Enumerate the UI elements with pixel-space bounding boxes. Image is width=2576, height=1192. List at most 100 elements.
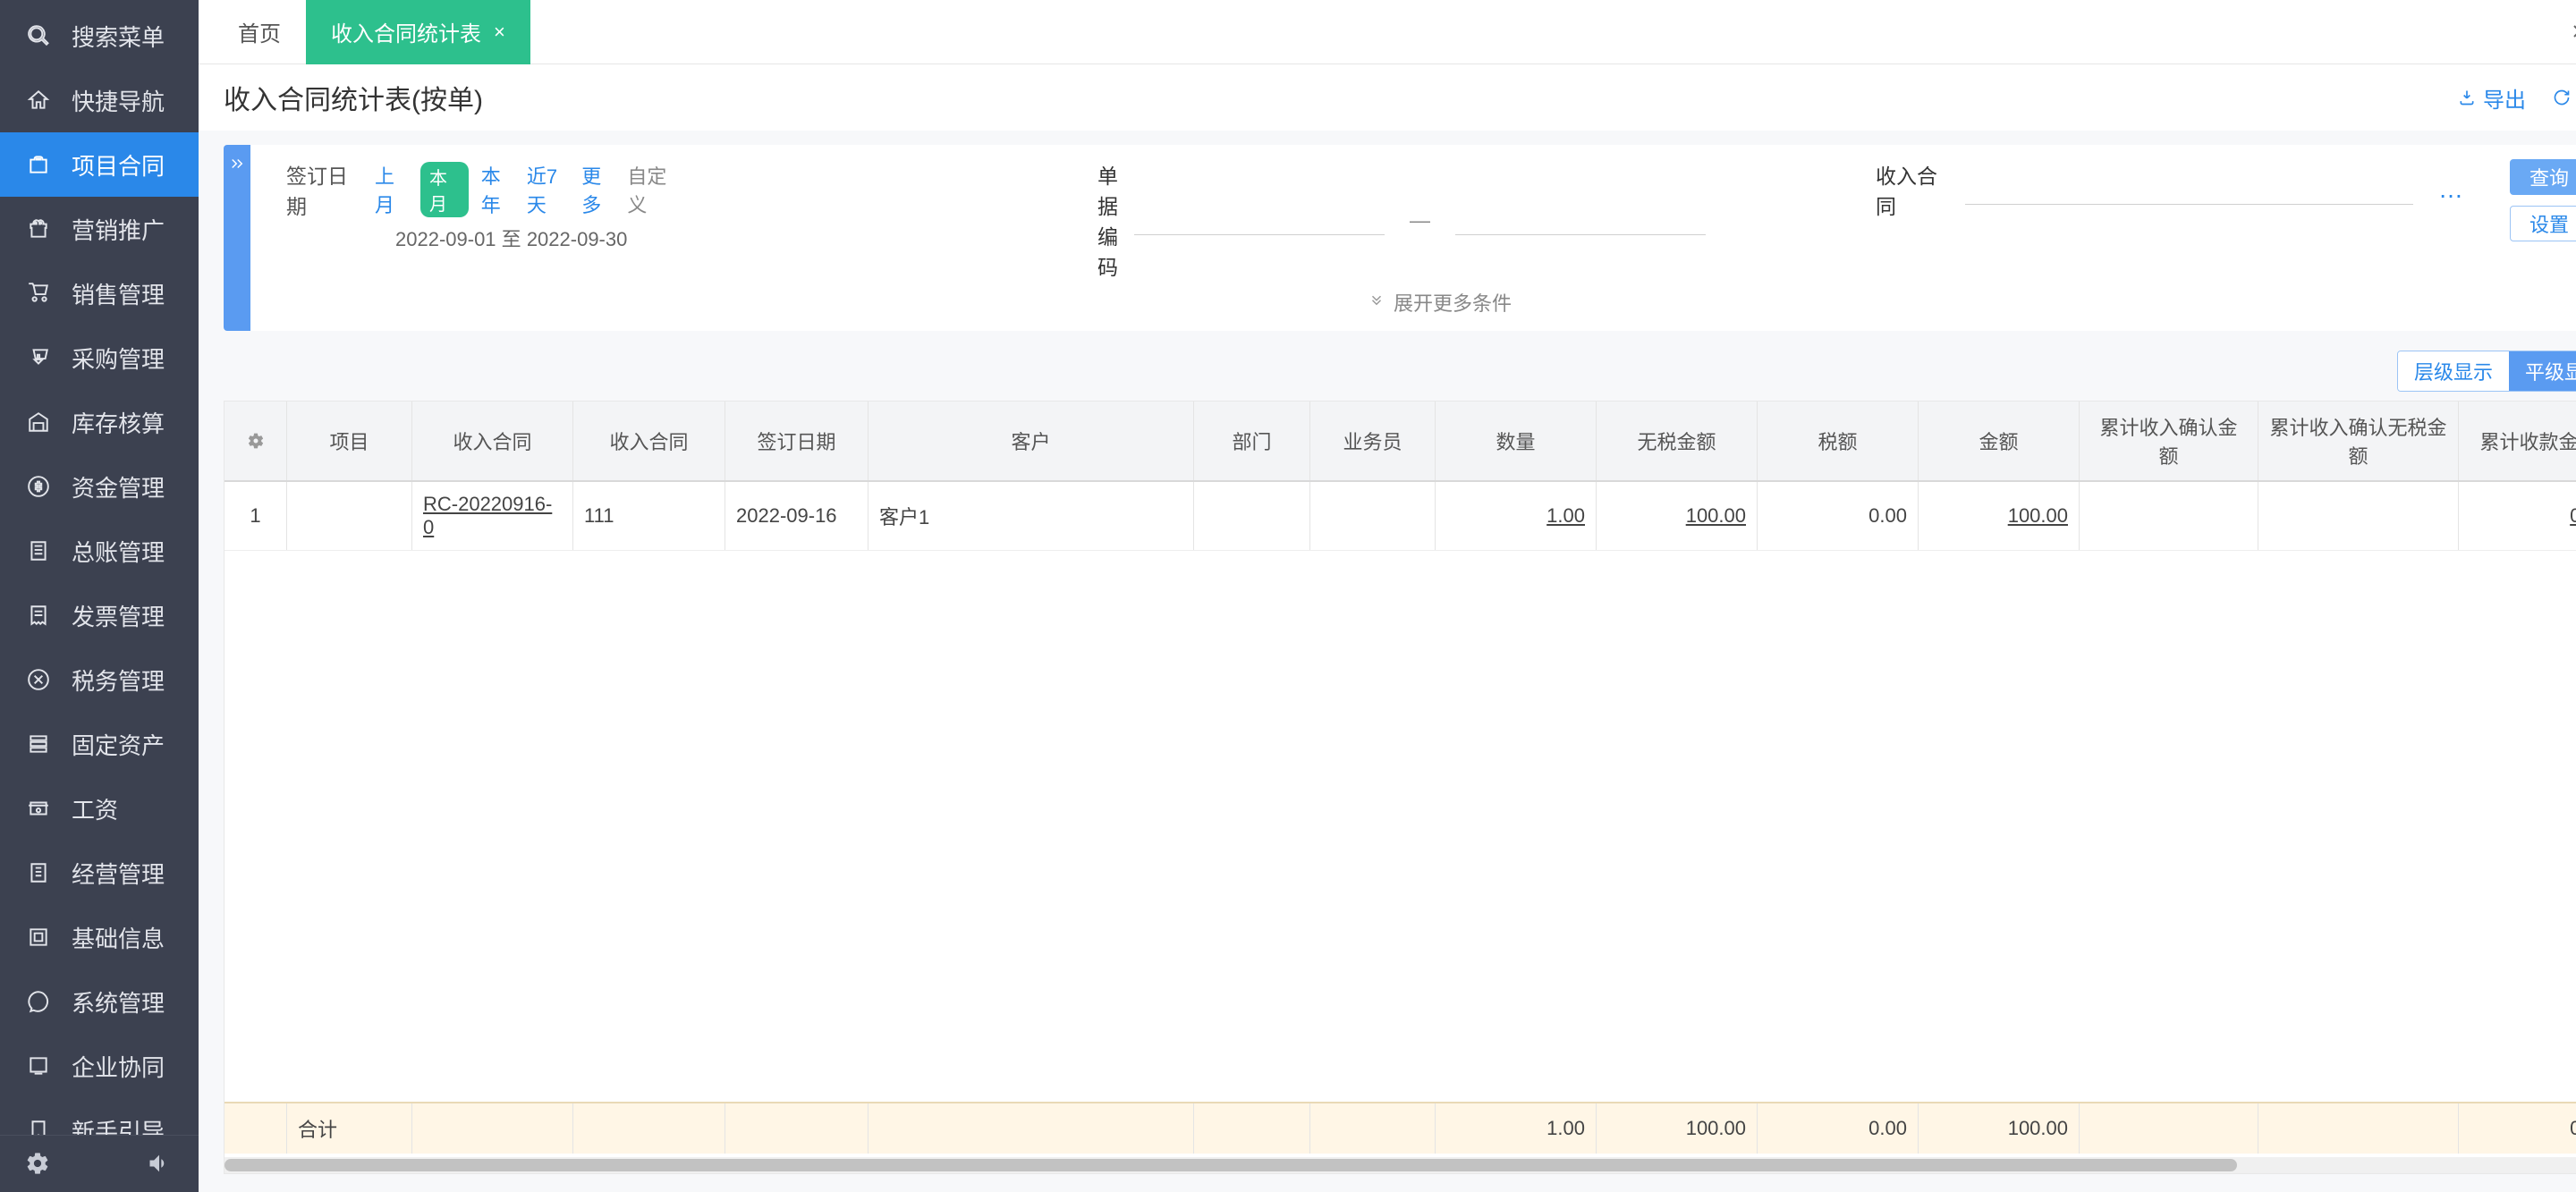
cell-acc-income (2080, 482, 2258, 550)
display-flat-option[interactable]: 平级显示 (2509, 351, 2576, 391)
sidebar-item-11[interactable]: 固定资产 (0, 712, 199, 776)
shortcut-this-month[interactable]: 本月 (420, 162, 469, 217)
horizontal-scrollbar[interactable] (225, 1157, 2576, 1173)
col-tax[interactable]: 税额 (1758, 402, 1919, 480)
gift-icon (25, 216, 52, 242)
sidebar-item-9[interactable]: 发票管理 (0, 583, 199, 647)
sidebar-item-6[interactable]: 库存核算 (0, 390, 199, 454)
cell-dept (1194, 482, 1310, 550)
cell-acc-income-no-tax (2258, 482, 2459, 550)
sidebar-item-label: 企业协同 (72, 1050, 165, 1083)
export-button[interactable]: 导出 (2458, 82, 2526, 114)
sidebar-item-16[interactable]: 企业协同 (0, 1034, 199, 1098)
tab-income-stats[interactable]: 收入合同统计表 × (306, 0, 530, 64)
col-salesperson[interactable]: 业务员 (1310, 402, 1436, 480)
sidebar-item-13[interactable]: 经营管理 (0, 841, 199, 905)
sidebar-item-1[interactable]: 快捷导航 (0, 68, 199, 132)
sidebar-item-4[interactable]: 销售管理 (0, 261, 199, 325)
col-qty[interactable]: 数量 (1436, 402, 1597, 480)
briefcase-icon (25, 151, 52, 178)
shortcut-this-year[interactable]: 本年 (481, 161, 514, 218)
cell-acc-received[interactable]: 0.00 (2459, 482, 2576, 550)
cell-amount-no-tax[interactable]: 100.00 (1597, 482, 1758, 550)
sidebar-item-17[interactable]: 新手引导 (0, 1098, 199, 1135)
footer-qty: 1.00 (1436, 1103, 1597, 1154)
sidebar-item-10[interactable]: 税务管理 (0, 647, 199, 712)
table: 项目 收入合同 收入合同 签订日期 客户 部门 业务员 数量 无税金额 税额 金… (224, 401, 2576, 1174)
sidebar-item-label: 快捷导航 (72, 84, 165, 117)
sidebar-item-3[interactable]: 营销推广 (0, 197, 199, 261)
col-contract-name[interactable]: 收入合同 (573, 402, 725, 480)
cell-customer: 客户1 (869, 482, 1194, 550)
info-icon (25, 924, 52, 951)
footer-acc-income (2080, 1103, 2258, 1154)
tab-home[interactable]: 首页 (213, 0, 306, 64)
tab-close-all-icon[interactable] (2569, 21, 2576, 44)
doc-code-from-input[interactable] (1134, 205, 1385, 235)
page-header: 收入合同统计表(按单) 导出 刷新 (199, 64, 2576, 131)
sidebar-item-7[interactable]: 资金管理 (0, 454, 199, 519)
sidebar-item-5[interactable]: 采购管理 (0, 325, 199, 390)
salary-icon (25, 795, 52, 822)
sidebar-item-0[interactable]: 搜索菜单 (0, 4, 199, 68)
volume-icon[interactable] (147, 1151, 174, 1178)
asset-icon (25, 731, 52, 757)
tax-icon (25, 666, 52, 693)
income-contract-group: 收入合同 … (1876, 159, 2465, 220)
guide-icon (25, 1117, 52, 1135)
query-button[interactable]: 查询 (2510, 159, 2576, 195)
col-sign-date[interactable]: 签订日期 (725, 402, 869, 480)
settings-label: 设置 (2529, 209, 2569, 238)
close-icon[interactable]: × (494, 21, 505, 44)
shortcut-more[interactable]: 更多 (581, 161, 614, 218)
col-contract-code[interactable]: 收入合同 (412, 402, 573, 480)
tab-label: 首页 (238, 16, 281, 47)
scrollbar-thumb[interactable] (225, 1159, 2237, 1171)
invoice-icon (25, 602, 52, 629)
col-dept[interactable]: 部门 (1194, 402, 1310, 480)
coop-icon (25, 1053, 52, 1079)
table-row[interactable]: 1 RC-20220916-0 111 2022-09-16 客户1 1.00 … (225, 482, 2576, 551)
cell-tax: 0.00 (1758, 482, 1919, 550)
col-project[interactable]: 项目 (287, 402, 412, 480)
cell-qty[interactable]: 1.00 (1436, 482, 1597, 550)
expand-more-filters[interactable]: 展开更多条件 (286, 281, 2576, 327)
filter-panel: 签订日期 上月 本月 本年 近7天 更多 自定义 2022-09-01 至 (224, 145, 2576, 331)
filter-collapse-handle[interactable] (224, 145, 250, 331)
cell-contract-code[interactable]: RC-20220916-0 (412, 482, 573, 550)
sidebar: 搜索菜单快捷导航项目合同营销推广销售管理采购管理库存核算资金管理总账管理发票管理… (0, 0, 199, 1192)
col-acc-received[interactable]: 累计收款金额 (2459, 402, 2576, 480)
system-icon (25, 988, 52, 1015)
sidebar-item-label: 新手引导 (72, 1114, 165, 1136)
sidebar-item-8[interactable]: 总账管理 (0, 519, 199, 583)
settings-icon[interactable] (25, 1151, 52, 1178)
col-customer[interactable]: 客户 (869, 402, 1194, 480)
col-amount-no-tax[interactable]: 无税金额 (1597, 402, 1758, 480)
sidebar-item-label: 固定资产 (72, 728, 165, 761)
shortcut-custom[interactable]: 自定义 (627, 161, 677, 218)
refresh-button[interactable]: 刷新 (2553, 82, 2576, 114)
income-contract-input[interactable] (1965, 174, 2413, 205)
sidebar-item-15[interactable]: 系统管理 (0, 969, 199, 1034)
sidebar-item-2[interactable]: 项目合同 (0, 132, 199, 197)
col-acc-income[interactable]: 累计收入确认金额 (2080, 402, 2258, 480)
settings-button[interactable]: 设置 (2510, 206, 2576, 241)
display-tree-option[interactable]: 层级显示 (2398, 351, 2509, 391)
sidebar-item-12[interactable]: 工资 (0, 776, 199, 841)
sidebar-item-label: 销售管理 (72, 277, 165, 310)
query-label: 查询 (2529, 163, 2569, 191)
sidebar-item-14[interactable]: 基础信息 (0, 905, 199, 969)
cell-amount[interactable]: 100.00 (1919, 482, 2080, 550)
doc-code-to-input[interactable] (1455, 205, 1706, 235)
shortcut-last-month[interactable]: 上月 (375, 161, 408, 218)
income-contract-more-icon[interactable]: … (2438, 175, 2465, 204)
sidebar-item-label: 资金管理 (72, 470, 165, 503)
date-to: 2022-09-30 (527, 228, 628, 250)
shortcut-last-7-days[interactable]: 近7天 (527, 161, 569, 218)
col-gear[interactable] (225, 402, 287, 480)
col-acc-income-no-tax[interactable]: 累计收入确认无税金额 (2258, 402, 2459, 480)
sign-date-label: 签订日期 (286, 159, 359, 220)
col-amount[interactable]: 金额 (1919, 402, 2080, 480)
sidebar-item-label: 税务管理 (72, 664, 165, 697)
mgmt-icon (25, 859, 52, 886)
